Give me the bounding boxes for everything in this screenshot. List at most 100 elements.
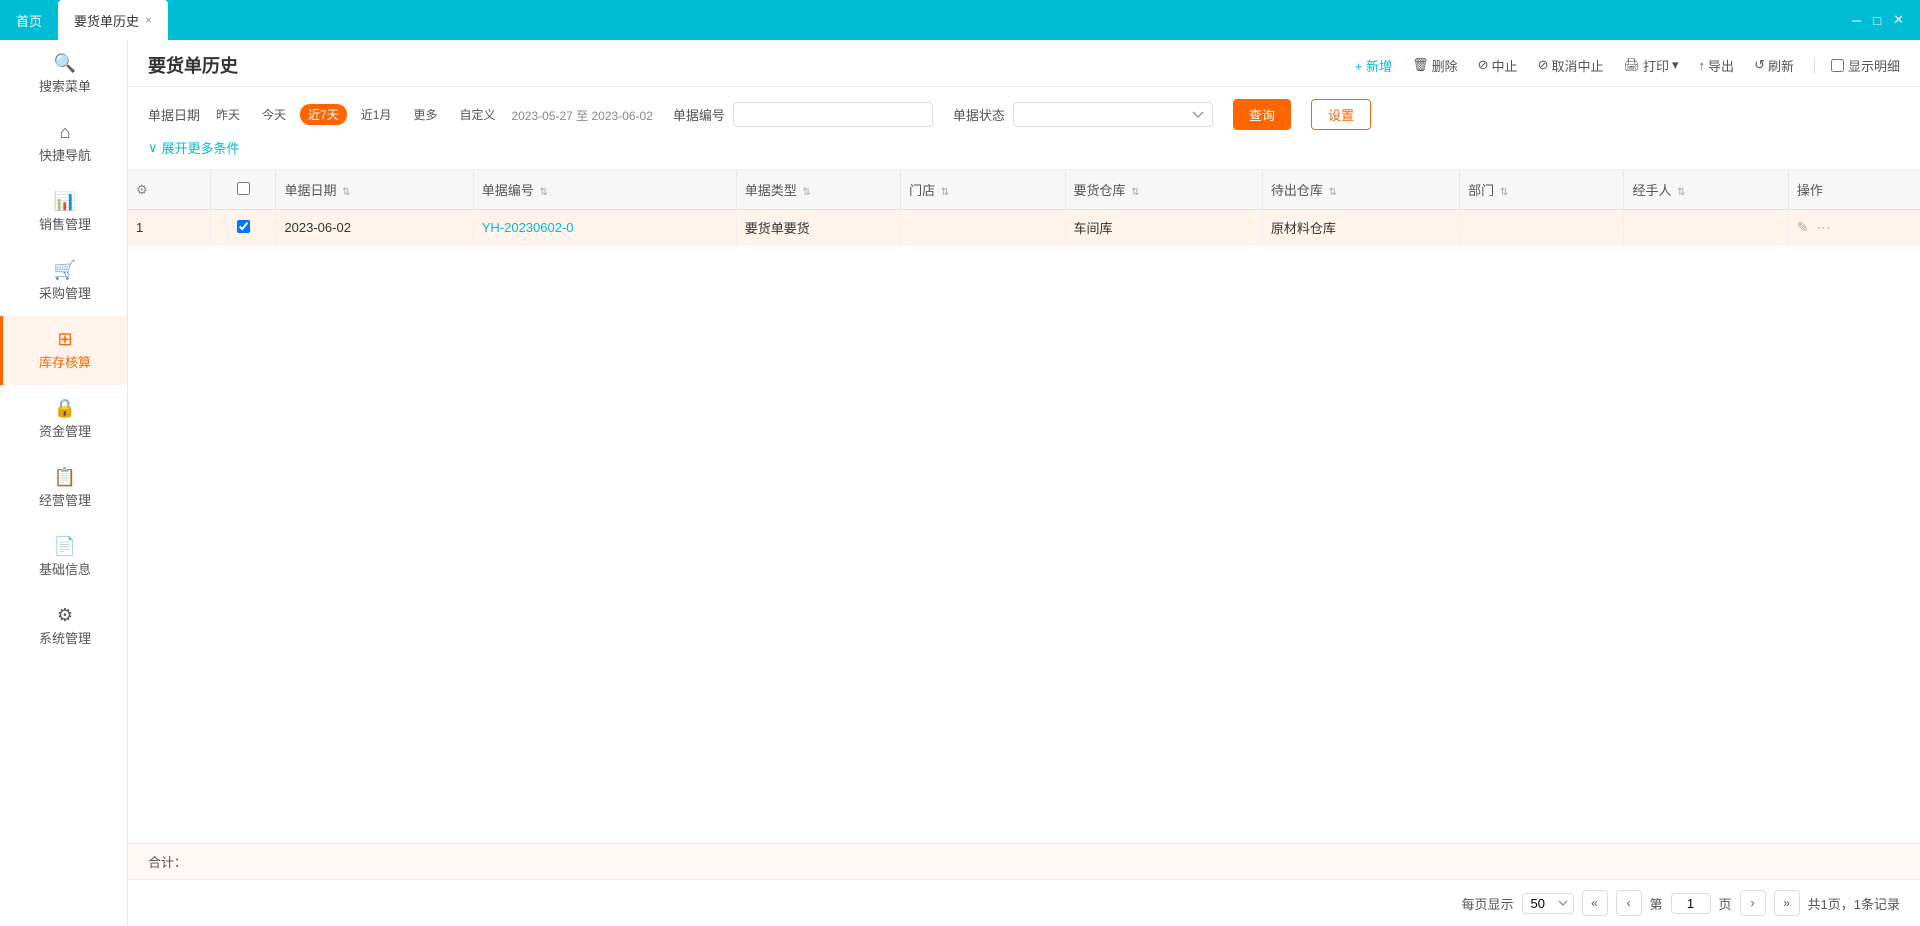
sort-handler-icon[interactable]: ⇅ xyxy=(1677,187,1685,198)
cell-ops: ✎ ⋯ xyxy=(1788,210,1920,246)
order-no-input[interactable] xyxy=(733,102,933,127)
show-detail-toggle[interactable]: 显示明细 xyxy=(1831,56,1900,75)
filter-row: 单据日期 昨天 今天 近7天 近1月 更多 自定义 2023-05-27 至 2… xyxy=(148,99,1900,130)
cancel-stop-icon: ⊘ xyxy=(1538,57,1549,73)
cell-type: 要货单要货 xyxy=(736,210,900,246)
sort-date-icon[interactable]: ⇅ xyxy=(342,187,350,198)
date-btn-yesterday[interactable]: 昨天 xyxy=(208,104,248,125)
page-label-suffix: 页 xyxy=(1719,894,1732,913)
grid-icon: ⊞ xyxy=(57,330,72,348)
data-table: ⚙ 单据日期 ⇅ 单据编号 ⇅ xyxy=(128,170,1920,246)
page-label-prefix: 第 xyxy=(1650,894,1663,913)
show-detail-checkbox[interactable] xyxy=(1831,59,1844,72)
sort-warehouse-icon[interactable]: ⇅ xyxy=(1131,187,1139,198)
sort-number-icon[interactable]: ⇅ xyxy=(539,187,547,198)
cell-number: YH-20230602-0 xyxy=(473,210,736,246)
maximize-icon[interactable]: □ xyxy=(1873,13,1881,28)
col-header-ops: 操作 xyxy=(1788,170,1920,210)
page-number-input[interactable] xyxy=(1671,893,1711,914)
col-header-pending-wh: 待出仓库 ⇅ xyxy=(1262,170,1459,210)
sidebar-item-basic[interactable]: 📄 基础信息 xyxy=(0,523,127,592)
date-btn-more[interactable]: 更多 xyxy=(405,104,445,125)
cancel-stop-button[interactable]: ⊘ 取消中止 xyxy=(1534,54,1608,77)
date-btn-lastmonth[interactable]: 近1月 xyxy=(353,104,400,125)
cell-index: 1 xyxy=(128,210,210,246)
print-button[interactable]: 🖨 打印 ▾ xyxy=(1619,54,1682,77)
col-header-handler: 经手人 ⇅ xyxy=(1624,170,1788,210)
row-checkbox[interactable] xyxy=(237,220,250,233)
expand-more-button[interactable]: ∨ 展开更多条件 xyxy=(148,138,1900,157)
query-button[interactable]: 查询 xyxy=(1233,99,1291,130)
prev-page-button[interactable]: ‹ xyxy=(1616,890,1642,916)
main-layout: 🔍 搜索菜单 ⌂ 快捷导航 📊 销售管理 🛒 采购管理 ⊞ 库存核算 🔒 资金管… xyxy=(0,40,1920,926)
sort-dept-icon[interactable]: ⇅ xyxy=(1500,187,1508,198)
date-filter-group: 单据日期 昨天 今天 近7天 近1月 更多 自定义 2023-05-27 至 2… xyxy=(148,104,653,125)
cell-handler xyxy=(1624,210,1788,246)
sidebar-item-sales[interactable]: 📊 销售管理 xyxy=(0,178,127,247)
tab-home-label: 首页 xyxy=(16,11,42,30)
summary-label: 合计： xyxy=(148,855,187,870)
col-header-dept: 部门 ⇅ xyxy=(1460,170,1624,210)
export-button[interactable]: ↑ 导出 xyxy=(1695,54,1739,77)
sidebar-item-label: 搜索菜单 xyxy=(39,76,91,95)
col-header-warehouse: 要货仓库 ⇅ xyxy=(1065,170,1262,210)
sidebar-item-shortcut[interactable]: ⌂ 快捷导航 xyxy=(0,109,127,178)
status-select[interactable] xyxy=(1013,102,1213,127)
home-icon: ⌂ xyxy=(60,123,71,141)
row-more-icon[interactable]: ⋯ xyxy=(1817,219,1831,236)
page-header: 要货单历史 + 新增 🗑 删除 ⊘ 中止 ⊘ 取消中止 🖨 打印 xyxy=(128,40,1920,87)
table-row[interactable]: 1 2023-06-02 YH-20230602-0 要货单要货 车间库 原材料… xyxy=(128,210,1920,246)
first-page-button[interactable]: « xyxy=(1582,890,1608,916)
tab-home[interactable]: 首页 xyxy=(0,0,58,40)
settings-button[interactable]: 设置 xyxy=(1311,99,1371,130)
date-btn-today[interactable]: 今天 xyxy=(254,104,294,125)
clipboard-icon: 📋 xyxy=(54,468,76,486)
sidebar-item-operations[interactable]: 📋 经营管理 xyxy=(0,454,127,523)
col-header-type: 单据类型 ⇅ xyxy=(736,170,900,210)
cell-pending-wh: 原材料仓库 xyxy=(1262,210,1459,246)
sidebar-item-label: 快捷导航 xyxy=(39,145,91,164)
row-edit-icon[interactable]: ✎ xyxy=(1797,219,1809,236)
delete-button[interactable]: 🗑 删除 xyxy=(1408,54,1462,77)
table-settings-icon[interactable]: ⚙ xyxy=(136,182,148,197)
col-header-date: 单据日期 ⇅ xyxy=(276,170,473,210)
sort-pending-wh-icon[interactable]: ⇅ xyxy=(1328,187,1336,198)
sidebar-item-system[interactable]: ⚙ 系统管理 xyxy=(0,592,127,661)
last-page-button[interactable]: » xyxy=(1774,890,1800,916)
sidebar-item-search[interactable]: 🔍 搜索菜单 xyxy=(0,40,127,109)
sidebar-item-purchase[interactable]: 🛒 采购管理 xyxy=(0,247,127,316)
print-icon: 🖨 xyxy=(1623,57,1640,73)
tab-order-history[interactable]: 要货单历史 × xyxy=(58,0,168,40)
cell-checkbox[interactable] xyxy=(210,210,276,246)
chevron-down-icon: ∨ xyxy=(148,140,158,156)
sort-type-icon[interactable]: ⇅ xyxy=(802,187,810,198)
sort-store-icon[interactable]: ⇅ xyxy=(941,187,949,198)
sidebar-item-label: 资金管理 xyxy=(39,421,91,440)
close-icon[interactable]: ✕ xyxy=(1893,12,1904,28)
content-area: 要货单历史 + 新增 🗑 删除 ⊘ 中止 ⊘ 取消中止 🖨 打印 xyxy=(128,40,1920,926)
select-all-checkbox[interactable] xyxy=(237,182,250,195)
tab-close-icon[interactable]: × xyxy=(145,13,152,27)
status-filter-group: 单据状态 xyxy=(953,102,1213,127)
page-size-select[interactable]: 20 50 100 xyxy=(1522,893,1574,914)
order-number-link[interactable]: YH-20230602-0 xyxy=(482,220,574,235)
table-footer: 合计： xyxy=(128,843,1920,879)
date-btn-custom[interactable]: 自定义 xyxy=(451,104,503,125)
cart-icon: 🛒 xyxy=(54,261,76,279)
refresh-button[interactable]: ↺ 刷新 xyxy=(1750,54,1798,77)
date-filter-label: 单据日期 xyxy=(148,105,200,124)
sidebar-item-finance[interactable]: 🔒 资金管理 xyxy=(0,385,127,454)
next-page-button[interactable]: › xyxy=(1740,890,1766,916)
order-no-label: 单据编号 xyxy=(673,105,725,124)
order-no-filter-group: 单据编号 xyxy=(673,102,933,127)
sidebar-item-inventory[interactable]: ⊞ 库存核算 xyxy=(0,316,127,385)
cell-date: 2023-06-02 xyxy=(276,210,473,246)
minimize-icon[interactable]: ─ xyxy=(1852,13,1861,28)
table-area: ⚙ 单据日期 ⇅ 单据编号 ⇅ xyxy=(128,170,1920,843)
new-button[interactable]: + 新增 xyxy=(1351,54,1396,77)
stop-button[interactable]: ⊘ 中止 xyxy=(1474,54,1522,77)
stop-icon: ⊘ xyxy=(1478,57,1489,73)
header-actions: + 新增 🗑 删除 ⊘ 中止 ⊘ 取消中止 🖨 打印 ▾ xyxy=(1351,54,1900,77)
page-size-label: 每页显示 xyxy=(1461,894,1513,913)
date-btn-last7[interactable]: 近7天 xyxy=(300,104,347,125)
